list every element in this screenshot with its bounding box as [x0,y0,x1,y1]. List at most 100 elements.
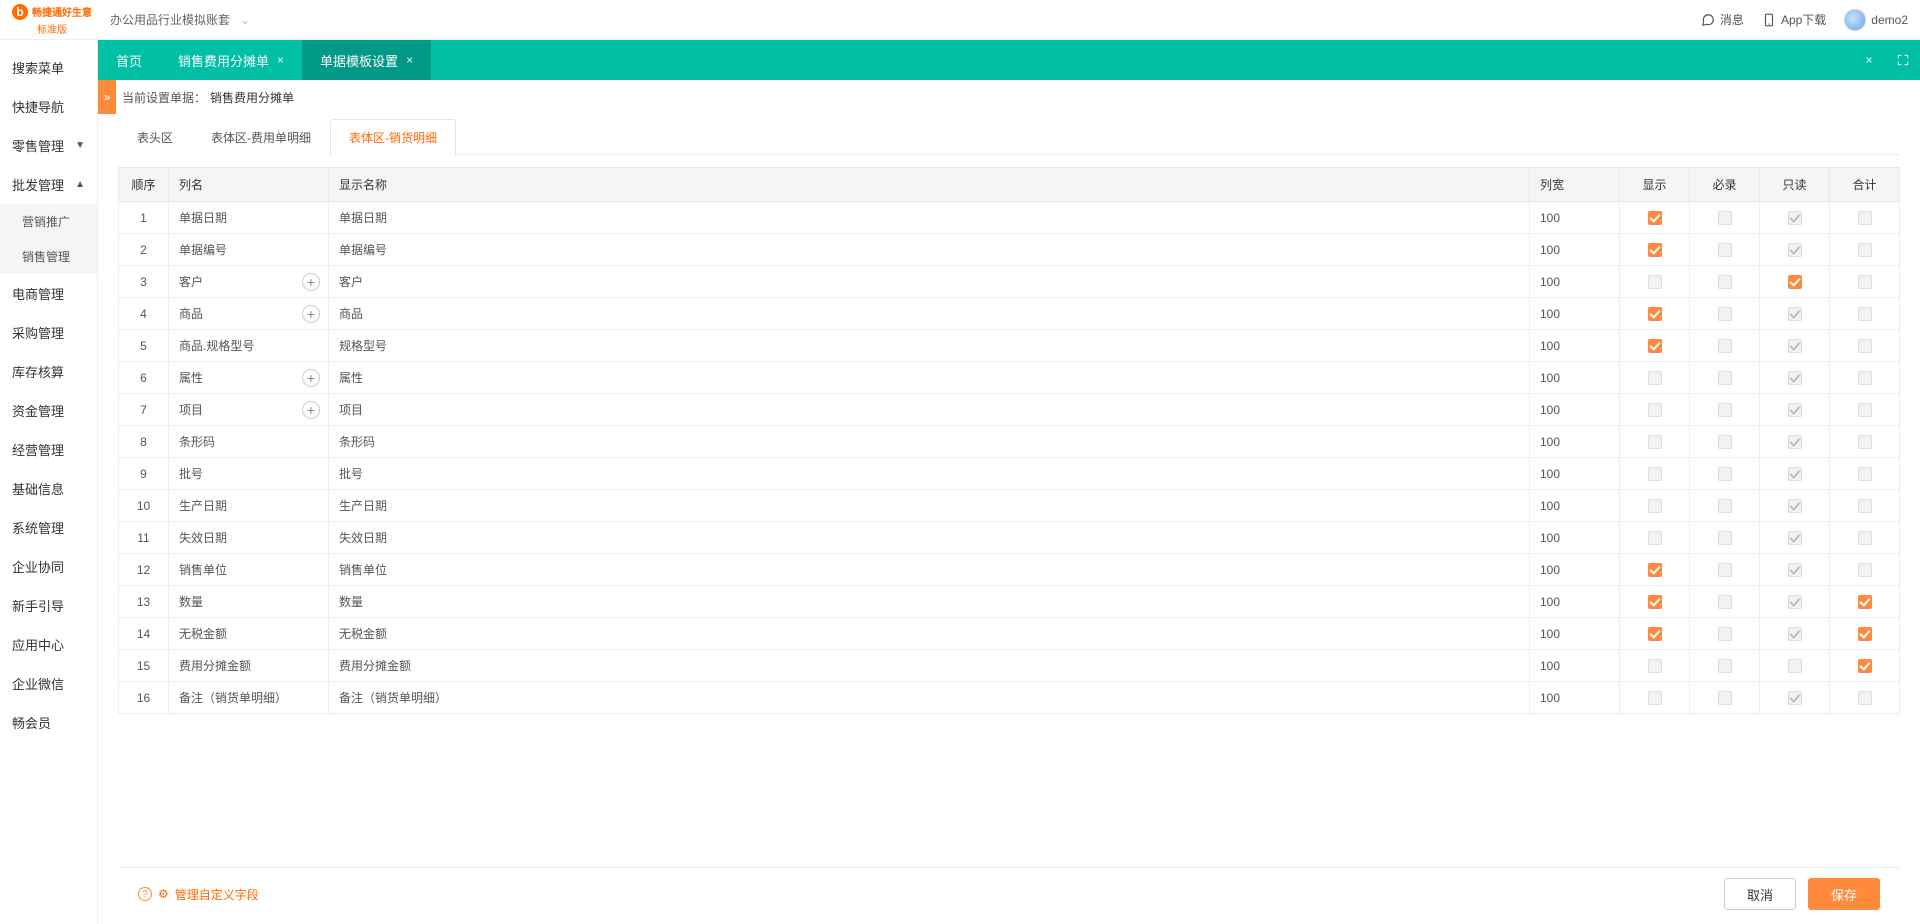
page-tab[interactable]: 销售费用分摊单× [160,40,302,80]
total-checkbox[interactable] [1858,627,1872,641]
cell-display-name[interactable]: 规格型号 [329,330,1530,362]
visible-checkbox[interactable] [1648,627,1662,641]
visible-checkbox[interactable] [1648,307,1662,321]
sidebar-item[interactable]: 资金管理 [0,391,97,430]
messages-button[interactable]: 消息 [1701,11,1744,28]
expand-row-icon[interactable]: + [302,369,320,387]
user-menu[interactable]: demo2 [1844,9,1908,31]
cell-width[interactable]: 100 [1530,522,1620,554]
cell-required-checkbox [1690,298,1760,330]
cell-width[interactable]: 100 [1530,202,1620,234]
info-icon: ? [138,887,152,901]
cell-display-name[interactable]: 单据日期 [329,202,1530,234]
cell-visible-checkbox [1620,266,1690,298]
table-row: 5商品.规格型号规格型号100 [119,330,1900,362]
sidebar-item[interactable]: 采购管理 [0,313,97,352]
cell-required-checkbox [1690,650,1760,682]
save-button[interactable]: 保存 [1808,878,1880,910]
readonly-checkbox [1788,403,1802,417]
table-row: 1单据日期单据日期100 [119,202,1900,234]
cell-display-name[interactable]: 属性 [329,362,1530,394]
cell-display-name[interactable]: 批号 [329,458,1530,490]
sub-tab[interactable]: 表体区-销货明细 [330,119,456,155]
cell-width[interactable]: 100 [1530,394,1620,426]
cell-total-checkbox [1830,330,1900,362]
cell-width[interactable]: 100 [1530,458,1620,490]
sidebar-item[interactable]: 企业协同 [0,547,97,586]
cell-width[interactable]: 100 [1530,234,1620,266]
cell-width[interactable]: 100 [1530,682,1620,714]
cell-display-name[interactable]: 条形码 [329,426,1530,458]
close-icon[interactable]: × [277,53,284,67]
cell-width[interactable]: 100 [1530,330,1620,362]
cell-width[interactable]: 100 [1530,618,1620,650]
cell-width[interactable]: 100 [1530,490,1620,522]
sidebar-item[interactable]: 库存核算 [0,352,97,391]
visible-checkbox[interactable] [1648,243,1662,257]
cancel-button[interactable]: 取消 [1724,878,1796,910]
visible-checkbox[interactable] [1648,339,1662,353]
sidebar-subitem[interactable]: 营销推广 [0,204,97,239]
visible-checkbox[interactable] [1648,563,1662,577]
cell-width[interactable]: 100 [1530,266,1620,298]
messages-label: 消息 [1720,11,1744,28]
sidebar-item[interactable]: 基础信息 [0,469,97,508]
readonly-checkbox[interactable] [1788,275,1802,289]
sidebar-item[interactable]: 快捷导航 [0,87,97,126]
manage-custom-fields-link[interactable]: ? ⚙ 管理自定义字段 [138,886,259,903]
cell-display-name[interactable]: 备注（销货单明细） [329,682,1530,714]
total-checkbox[interactable] [1858,595,1872,609]
expand-row-icon[interactable]: + [302,305,320,323]
cell-display-name[interactable]: 数量 [329,586,1530,618]
org-selector[interactable]: 办公用品行业模拟账套 ⌄ [110,11,250,28]
required-checkbox [1718,243,1732,257]
sidebar-item[interactable]: 批发管理▲ [0,165,97,204]
close-icon[interactable]: × [406,53,413,67]
app-download-button[interactable]: App下载 [1762,11,1826,28]
sidebar-item[interactable]: 新手引导 [0,586,97,625]
expand-row-icon[interactable]: + [302,273,320,291]
sidebar-subitem[interactable]: 销售管理 [0,239,97,274]
sidebar-item[interactable]: 搜索菜单 [0,48,97,87]
cell-width[interactable]: 100 [1530,426,1620,458]
sidebar-item[interactable]: 电商管理 [0,274,97,313]
sidebar-item[interactable]: 企业微信 [0,664,97,703]
sidebar-item-label: 企业协同 [12,557,64,576]
cell-display-name[interactable]: 生产日期 [329,490,1530,522]
cell-width[interactable]: 100 [1530,298,1620,330]
cell-display-name[interactable]: 客户 [329,266,1530,298]
cell-display-name[interactable]: 销售单位 [329,554,1530,586]
expand-context-icon[interactable]: » [98,80,116,114]
cell-width[interactable]: 100 [1530,554,1620,586]
cell-display-name[interactable]: 单据编号 [329,234,1530,266]
cell-name: 销售单位 [169,554,329,586]
visible-checkbox[interactable] [1648,595,1662,609]
page-tab[interactable]: 单据模板设置× [302,40,431,80]
required-checkbox [1718,467,1732,481]
cell-width[interactable]: 100 [1530,586,1620,618]
cell-display-name[interactable]: 失效日期 [329,522,1530,554]
sidebar-item[interactable]: 应用中心 [0,625,97,664]
cell-display-name[interactable]: 项目 [329,394,1530,426]
cell-display-name[interactable]: 商品 [329,298,1530,330]
sidebar-item[interactable]: 系统管理 [0,508,97,547]
fullscreen-icon[interactable] [1886,40,1920,80]
table-row: 4商品+商品100 [119,298,1900,330]
cell-name: 费用分摊金额 [169,650,329,682]
visible-checkbox[interactable] [1648,211,1662,225]
sidebar-item[interactable]: 零售管理▼ [0,126,97,165]
sidebar-item[interactable]: 经营管理 [0,430,97,469]
total-checkbox[interactable] [1858,659,1872,673]
cell-total-checkbox [1830,682,1900,714]
sub-tab[interactable]: 表头区 [118,119,192,155]
sub-tab[interactable]: 表体区-费用单明细 [192,119,330,155]
cell-display-name[interactable]: 费用分摊金额 [329,650,1530,682]
close-all-tabs-icon[interactable]: × [1852,40,1886,80]
cell-width[interactable]: 100 [1530,362,1620,394]
cell-width[interactable]: 100 [1530,650,1620,682]
cell-display-name[interactable]: 无税金额 [329,618,1530,650]
sidebar-item[interactable]: 畅会员 [0,703,97,742]
expand-row-icon[interactable]: + [302,401,320,419]
page-tab[interactable]: 首页 [98,40,160,80]
sidebar-item-label: 系统管理 [12,518,64,537]
